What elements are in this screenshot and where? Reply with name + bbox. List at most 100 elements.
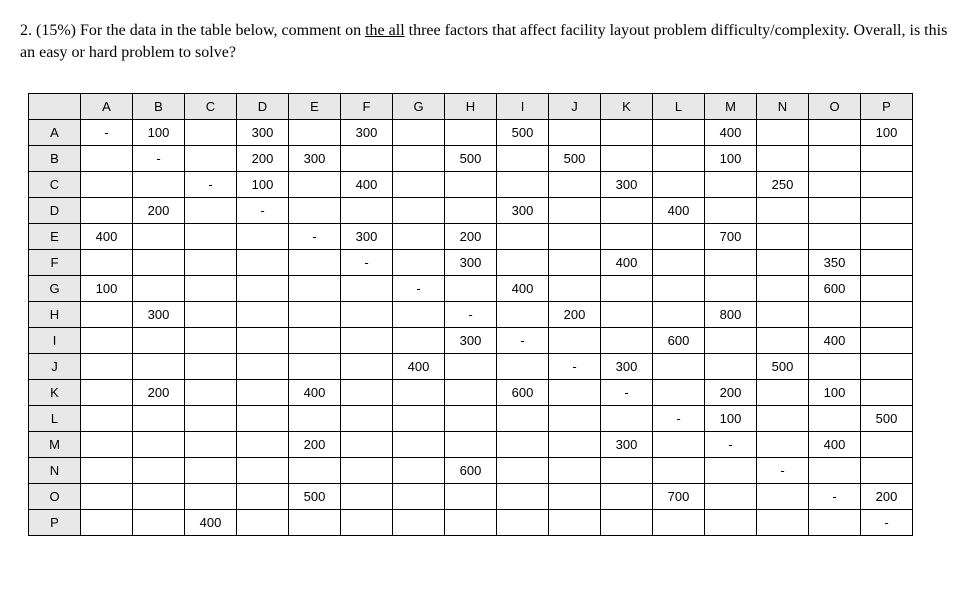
- row-header: G: [29, 275, 81, 301]
- data-cell: [601, 119, 653, 145]
- data-cell: [861, 353, 913, 379]
- data-cell: [289, 457, 341, 483]
- table-row: A-100300300500400100: [29, 119, 913, 145]
- data-cell: [289, 301, 341, 327]
- data-cell: [237, 301, 289, 327]
- table-row: E400-300200700: [29, 223, 913, 249]
- data-cell: 200: [445, 223, 497, 249]
- data-cell: 500: [445, 145, 497, 171]
- col-header: J: [549, 93, 601, 119]
- data-cell: [549, 509, 601, 535]
- data-cell: 300: [497, 197, 549, 223]
- question-underlined: the all: [365, 22, 405, 39]
- table-row: F-300400350: [29, 249, 913, 275]
- data-cell: 250: [757, 171, 809, 197]
- data-cell: [757, 145, 809, 171]
- data-cell: [861, 223, 913, 249]
- data-cell: [393, 223, 445, 249]
- data-cell: [549, 431, 601, 457]
- data-cell: 700: [705, 223, 757, 249]
- data-cell: [341, 353, 393, 379]
- data-cell: -: [757, 457, 809, 483]
- data-cell: [341, 275, 393, 301]
- data-cell: [237, 353, 289, 379]
- data-cell: 100: [705, 145, 757, 171]
- data-cell: [133, 249, 185, 275]
- data-cell: [549, 275, 601, 301]
- data-cell: [81, 249, 133, 275]
- data-cell: [549, 379, 601, 405]
- data-cell: [809, 509, 861, 535]
- data-cell: [185, 483, 237, 509]
- corner-cell: [29, 93, 81, 119]
- data-cell: [237, 327, 289, 353]
- data-cell: 400: [341, 171, 393, 197]
- data-cell: [185, 353, 237, 379]
- question-number: 2.: [20, 22, 32, 39]
- data-cell: -: [861, 509, 913, 535]
- data-cell: [705, 249, 757, 275]
- data-cell: [497, 431, 549, 457]
- data-cell: [809, 197, 861, 223]
- data-cell: [237, 275, 289, 301]
- data-cell: [653, 145, 705, 171]
- data-cell: [81, 405, 133, 431]
- col-header: P: [861, 93, 913, 119]
- data-cell: [601, 509, 653, 535]
- data-cell: 100: [861, 119, 913, 145]
- data-cell: [549, 119, 601, 145]
- table-row: M200300-400: [29, 431, 913, 457]
- data-cell: [81, 483, 133, 509]
- data-cell: [601, 145, 653, 171]
- data-cell: [705, 327, 757, 353]
- col-header: O: [809, 93, 861, 119]
- data-cell: [861, 197, 913, 223]
- data-cell: -: [237, 197, 289, 223]
- row-header: N: [29, 457, 81, 483]
- data-cell: [549, 405, 601, 431]
- table-row: N 600 -: [29, 457, 913, 483]
- data-table: ABCDEFGHIJKLMNOP A-100300300500400100B-2…: [28, 93, 913, 536]
- data-cell: [341, 379, 393, 405]
- data-cell: [809, 119, 861, 145]
- col-header: A: [81, 93, 133, 119]
- data-cell: 500: [497, 119, 549, 145]
- data-cell: [81, 301, 133, 327]
- data-cell: [497, 405, 549, 431]
- data-cell: [705, 353, 757, 379]
- row-header: E: [29, 223, 81, 249]
- data-cell: [757, 197, 809, 223]
- data-cell: [185, 197, 237, 223]
- data-cell: [341, 197, 393, 223]
- data-cell: 600: [445, 457, 497, 483]
- data-cell: [185, 301, 237, 327]
- col-header: E: [289, 93, 341, 119]
- data-cell: 100: [81, 275, 133, 301]
- data-cell: 200: [133, 197, 185, 223]
- col-header: H: [445, 93, 497, 119]
- data-cell: [549, 483, 601, 509]
- data-cell: 300: [237, 119, 289, 145]
- data-cell: [445, 197, 497, 223]
- data-cell: 100: [237, 171, 289, 197]
- data-cell: [341, 301, 393, 327]
- data-cell: [81, 509, 133, 535]
- col-header: L: [653, 93, 705, 119]
- data-cell: 300: [341, 223, 393, 249]
- data-cell: [237, 431, 289, 457]
- data-cell: [133, 327, 185, 353]
- data-cell: [393, 171, 445, 197]
- data-cell: [705, 509, 757, 535]
- row-header: K: [29, 379, 81, 405]
- data-cell: [705, 171, 757, 197]
- table-row: G100-400600: [29, 275, 913, 301]
- data-cell: [289, 327, 341, 353]
- data-cell: 350: [809, 249, 861, 275]
- data-cell: [445, 509, 497, 535]
- table-row: H300-200800: [29, 301, 913, 327]
- data-cell: [341, 431, 393, 457]
- data-cell: [81, 457, 133, 483]
- data-cell: [861, 301, 913, 327]
- data-cell: 300: [445, 249, 497, 275]
- data-cell: 200: [133, 379, 185, 405]
